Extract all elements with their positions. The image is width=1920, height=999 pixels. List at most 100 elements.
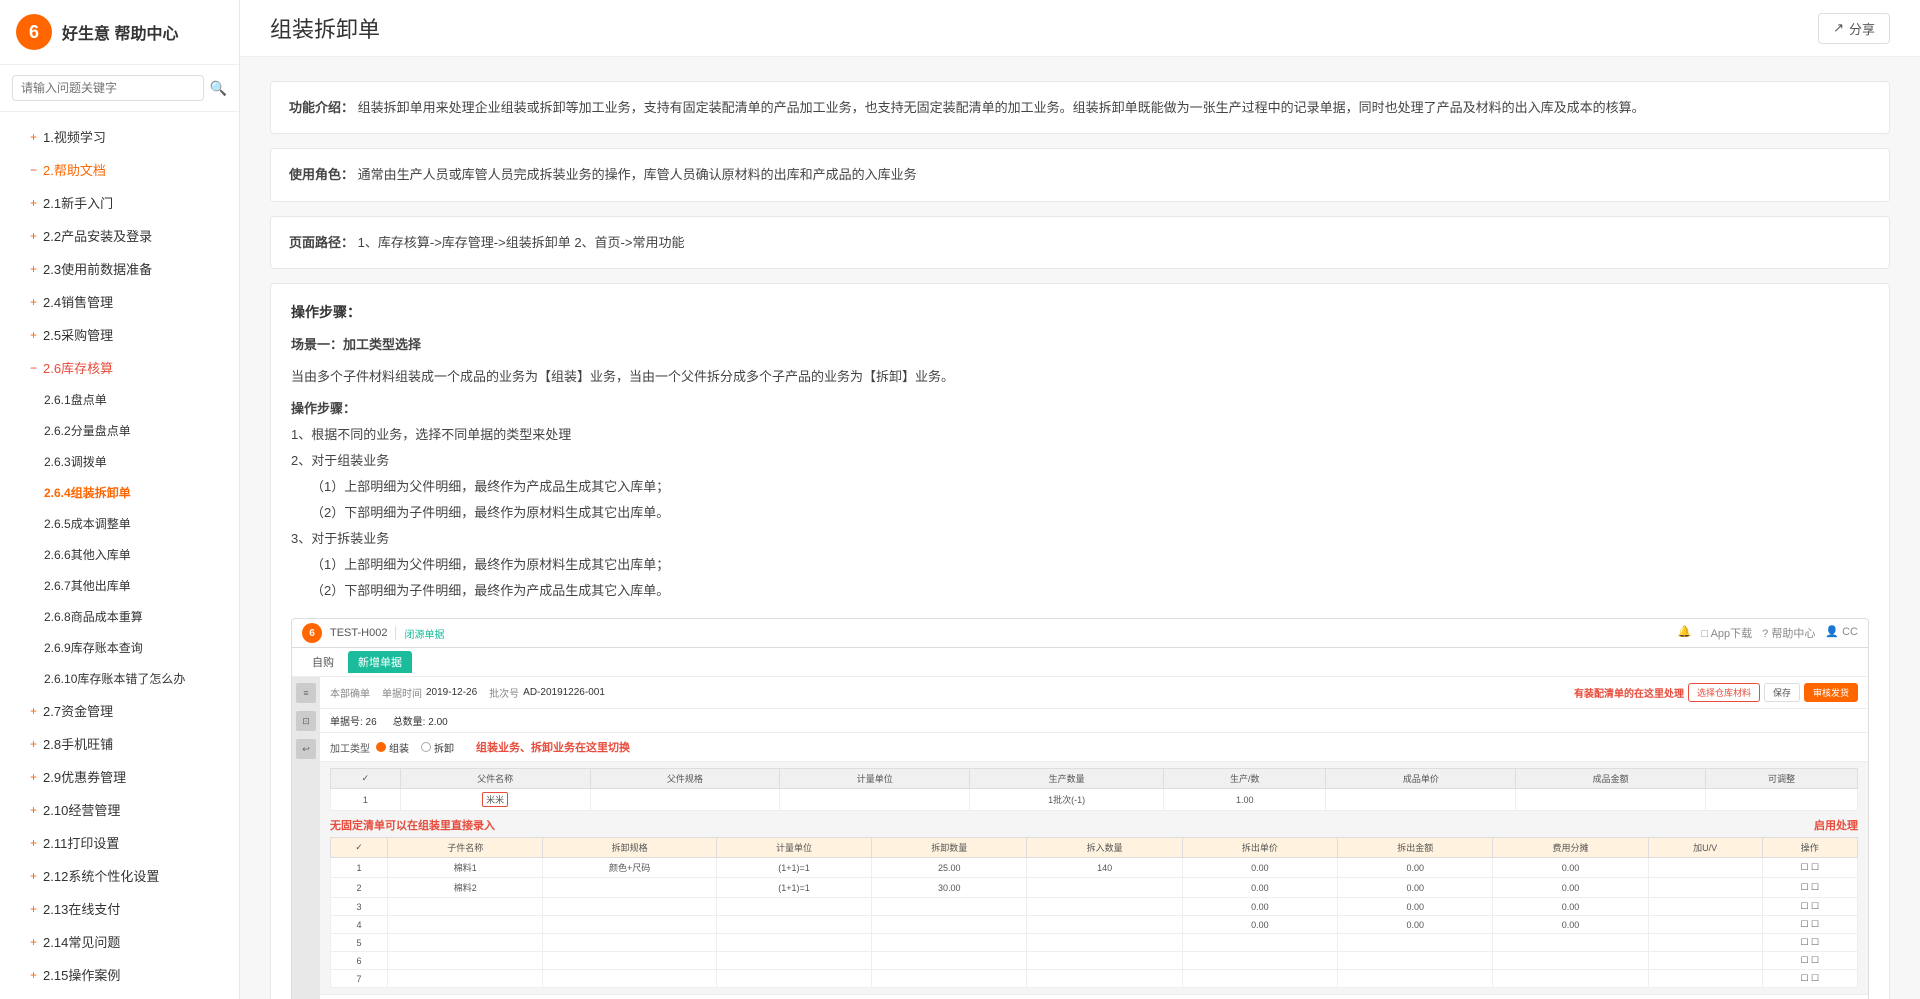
plus-icon: + <box>30 869 37 883</box>
step2-2: （2）下部明细为子件明细，最终作为原材料生成其它出库单。 <box>291 500 1869 526</box>
sw-form-header: 本部确单 单据时间 2019-12-26 批次号 AD-20191226-001 <box>320 677 1868 709</box>
step3-1: （1）上部明细为父件明细，最终作为原材料生成其它出库单； <box>291 552 1869 578</box>
app-icon: □ App下载 <box>1702 625 1753 641</box>
sidebar-item-settings[interactable]: + 2.12系统个性化设置 <box>0 859 239 892</box>
search-input[interactable] <box>12 75 204 101</box>
plus-icon: + <box>30 704 37 718</box>
sidebar-item-costadj[interactable]: 2.6.5成本调整单 <box>0 508 239 539</box>
share-button[interactable]: ↗ 分享 <box>1818 13 1890 44</box>
plus-icon: + <box>30 328 37 342</box>
table-row: 3 0.000.000.00 ☐ ☐ <box>331 898 1858 916</box>
minus-icon: − <box>30 361 37 375</box>
page-header: 组装拆卸单 ↗ 分享 <box>240 0 1920 57</box>
red-highlight-cell: 米米 <box>482 792 508 807</box>
intro-block: 功能介绍： 组装拆卸单用来处理企业组装或拆卸等加工业务，支持有固定装配清单的产品… <box>270 81 1890 134</box>
sw-field-date: 单据时间 2019-12-26 <box>382 685 477 700</box>
sidebar-item-finance[interactable]: + 2.7资金管理 <box>0 694 239 727</box>
annotation-switch: 组装业务、拆卸业务在这里切换 <box>476 739 630 755</box>
plus-icon: + <box>30 295 37 309</box>
plus-icon: + <box>30 902 37 916</box>
main-content: 功能介绍： 组装拆卸单用来处理企业组装或拆卸等加工业务，支持有固定装配清单的产品… <box>240 57 1920 999</box>
search-button[interactable]: 🔍 <box>210 80 227 97</box>
main-area: 组装拆卸单 ↗ 分享 功能介绍： 组装拆卸单用来处理企业组装或拆卸等加工业务，支… <box>240 0 1920 999</box>
sw-topnav-btn[interactable]: 闭源单据 <box>404 626 444 641</box>
sw-nav-bar: 自购 新增单据 <box>292 648 1868 677</box>
step2-1: （1）上部明细为父件明细，最终作为产成品生成其它入库单； <box>291 474 1869 500</box>
sidebar-item-mobile[interactable]: + 2.8手机旺铺 <box>0 727 239 760</box>
operations-section: 操作步骤： 场景一：加工类型选择 当由多个子件材料组装成一个成品的业务为【组装】… <box>270 283 1890 999</box>
table-row: 1 棉料1 颜色+尺码 (1+1)=1 25.00 140 0.00 0.00 <box>331 858 1858 878</box>
sub-annotations: 无固定清单可以在组装里直接录入 启用处理 <box>330 817 1858 833</box>
share-icon: ↗ <box>1833 20 1844 36</box>
steps-title: 操作步骤： <box>291 396 1869 422</box>
sidebar-item-otherinbound[interactable]: 2.6.6其他入库单 <box>0 539 239 570</box>
sw-top-icons: 🔔 □ App下载 ? 帮助中心 👤 CC <box>1678 625 1858 641</box>
path-block: 页面路径： 1、库存核算->库存管理->组装拆卸单 2、首页->常用功能 <box>270 216 1890 269</box>
intro-text: 功能介绍： 组装拆卸单用来处理企业组装或拆卸等加工业务，支持有固定装配清单的产品… <box>289 96 1871 119</box>
sidebar-item-otheroutbound[interactable]: 2.6.7其他出库单 <box>0 570 239 601</box>
path-text: 页面路径： 1、库存核算->库存管理->组装拆卸单 2、首页->常用功能 <box>289 231 1871 254</box>
sw-tab-new[interactable]: 新增单据 <box>348 651 412 673</box>
sw-screenshot: 6 TEST-H002 闭源单据 🔔 □ App下载 ? 帮助中心 👤 CC <box>292 619 1868 999</box>
sidebar-item-adjust[interactable]: 2.6.3调拨单 <box>0 446 239 477</box>
sw-radio-dot <box>421 742 431 752</box>
ops-title: 操作步骤： <box>291 302 1869 322</box>
sidebar-item-purchase[interactable]: + 2.5采购管理 <box>0 318 239 351</box>
sw-field-warehouse: 有装配清单的在这里处理 选择仓库材料 保存 审核发货 <box>1574 683 1858 702</box>
sw-doc-num: 单据号: 26 <box>330 713 377 728</box>
table-row: 4 0.000.000.00 ☐ ☐ <box>331 916 1858 934</box>
annotation-process: 启用处理 <box>1814 817 1858 833</box>
sidebar-item-print[interactable]: + 2.11打印设置 <box>0 826 239 859</box>
role-text: 使用角色： 通常由生产人员或库管人员完成拆装业务的操作，库管人员确认原材料的出库… <box>289 163 1871 186</box>
sw-radio-disassembly[interactable]: 拆卸 <box>421 740 454 755</box>
table-row: 1 米米 1批次(-1) 1.00 <box>331 789 1858 811</box>
sw-field-doctype: 本部确单 <box>330 685 370 700</box>
sidebar-item-sales[interactable]: + 2.4销售管理 <box>0 285 239 318</box>
sidebar-item-inventory[interactable]: − 2.6库存核算 <box>0 351 239 384</box>
step3-2: （2）下部明细为子件明细，最终作为产成品生成其它入库单。 <box>291 578 1869 604</box>
sidebar-item-assembly[interactable]: 2.6.4组装拆卸单 <box>0 477 239 508</box>
sidebar-item-ops[interactable]: + 2.10经营管理 <box>0 793 239 826</box>
sw-type-select: 加工类型 组装 拆卸 <box>320 733 1868 762</box>
page-title: 组装拆卸单 <box>270 12 380 44</box>
scene1-desc: 当由多个子件材料组装成一个成品的业务为【组装】业务，当由一个父件拆分成多个子产品… <box>291 364 1869 390</box>
sidebar-header: 6 好生意 帮助中心 <box>0 0 239 65</box>
table-row: 7 ☐ ☐ <box>331 970 1858 988</box>
sw-select-warehouse-btn[interactable]: 选择仓库材料 <box>1688 683 1760 702</box>
sw-submit-btn[interactable]: 审核发货 <box>1804 683 1858 702</box>
sw-action1-btn[interactable]: 保存 <box>1764 683 1800 702</box>
sidebar-item-docs[interactable]: − 2.帮助文档 <box>0 153 239 186</box>
sidebar-item-videos[interactable]: + 1.视频学习 <box>0 120 239 153</box>
sw-footer: 合计 88.00 0.00 0.00 0.00 On <box>320 994 1868 999</box>
sidebar-item-stocktake[interactable]: 2.6.1盘点单 <box>0 384 239 415</box>
sw-radio-group: 组装 拆卸 <box>376 740 454 755</box>
sidebar-item-install[interactable]: + 2.2产品安装及登录 <box>0 219 239 252</box>
sidebar-item-coupon[interactable]: + 2.9优惠券管理 <box>0 760 239 793</box>
plus-icon: + <box>30 130 37 144</box>
sidebar-item-cases[interactable]: + 2.15操作案例 <box>0 958 239 991</box>
sw-radio-assembly[interactable]: 组装 <box>376 740 409 755</box>
plus-icon: + <box>30 803 37 817</box>
sidebar-item-newbie[interactable]: + 2.1新手入门 <box>0 186 239 219</box>
app-logo: 6 <box>16 14 52 50</box>
plus-icon: + <box>30 770 37 784</box>
scene1-title: 场景一：加工类型选择 <box>291 332 1869 358</box>
sidebar-item-prepare[interactable]: + 2.3使用前数据准备 <box>0 252 239 285</box>
nav-tree: + 1.视频学习 − 2.帮助文档 + 2.1新手入门 + 2.2产品安装及登录… <box>0 112 239 999</box>
plus-icon: + <box>30 196 37 210</box>
sidebar-item-stockcheck[interactable]: 2.6.9库存账本查询 <box>0 632 239 663</box>
sidebar-item-stockerror[interactable]: 2.6.10库存账本错了怎么办 <box>0 663 239 694</box>
plus-icon: + <box>30 836 37 850</box>
step2: 2、对于组装业务 <box>291 448 1869 474</box>
plus-icon: + <box>30 935 37 949</box>
sw-brand: 6 <box>302 623 322 643</box>
plus-icon: + <box>30 229 37 243</box>
sidebar-item-costrecalc[interactable]: 2.6.8商品成本重算 <box>0 601 239 632</box>
sidebar-item-partition[interactable]: 2.6.2分量盘点单 <box>0 415 239 446</box>
sidebar-item-onlinepay[interactable]: + 2.13在线支付 <box>0 892 239 925</box>
sw-tab-self[interactable]: 自购 <box>302 651 344 673</box>
sw-icon-1: ≡ <box>296 683 316 703</box>
sw-field-batchno: 批次号 AD-20191226-001 <box>489 685 605 700</box>
table-row: 5 ☐ ☐ <box>331 934 1858 952</box>
sidebar-item-faq[interactable]: + 2.14常见问题 <box>0 925 239 958</box>
